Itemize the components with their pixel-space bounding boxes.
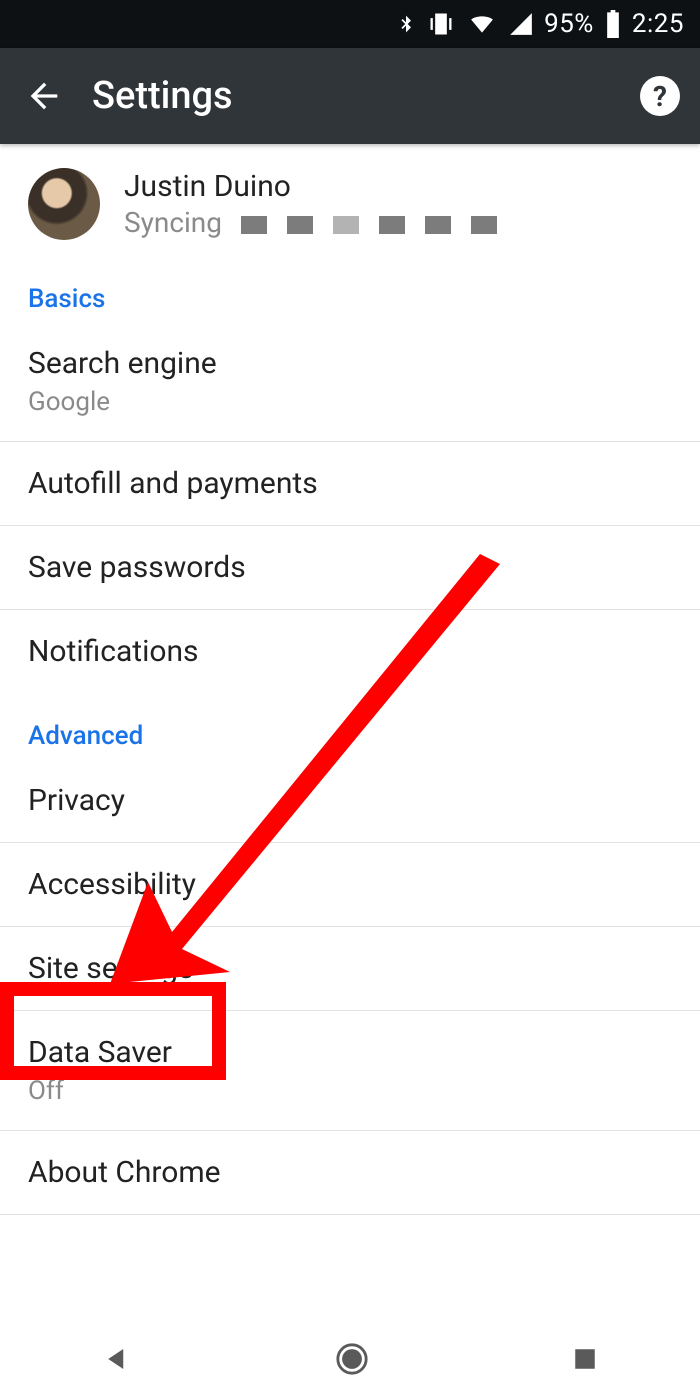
row-title: Data Saver — [28, 1035, 672, 1070]
row-search-engine[interactable]: Search engine Google — [0, 322, 700, 442]
account-row[interactable]: Justin Duino Syncing — [0, 144, 700, 280]
clock: 2:25 — [632, 9, 684, 39]
row-title: Search engine — [28, 346, 672, 381]
row-notifications[interactable]: Notifications — [0, 610, 700, 693]
wifi-icon — [466, 11, 498, 37]
status-bar: 95% 2:25 — [0, 0, 700, 48]
account-status: Syncing — [124, 206, 497, 239]
row-value: Off — [28, 1076, 672, 1106]
nav-home-button[interactable] — [335, 1342, 369, 1380]
row-title: Notifications — [28, 634, 672, 669]
row-save-passwords[interactable]: Save passwords — [0, 526, 700, 610]
battery-percent: 95% — [544, 9, 594, 39]
account-name: Justin Duino — [124, 169, 497, 204]
row-title: Save passwords — [28, 550, 672, 585]
settings-content: Justin Duino Syncing Basics Search engin… — [0, 144, 700, 1215]
nav-recents-button[interactable] — [572, 1346, 598, 1376]
row-value: Google — [28, 387, 672, 417]
help-button[interactable]: ? — [640, 76, 680, 116]
triangle-back-icon — [102, 1344, 132, 1374]
page-title: Settings — [92, 74, 640, 118]
section-basics: Basics — [0, 280, 700, 322]
row-title: Accessibility — [28, 867, 672, 902]
square-recents-icon — [572, 1346, 598, 1372]
nav-back-button[interactable] — [102, 1344, 132, 1378]
section-advanced: Advanced — [0, 693, 700, 759]
help-icon: ? — [653, 80, 667, 113]
row-about-chrome[interactable]: About Chrome — [0, 1131, 700, 1215]
row-site-settings[interactable]: Site settings — [0, 927, 700, 1011]
row-title: About Chrome — [28, 1155, 672, 1190]
row-autofill[interactable]: Autofill and payments — [0, 442, 700, 526]
android-nav-bar — [0, 1322, 700, 1400]
redacted-email — [241, 216, 497, 234]
avatar — [28, 168, 100, 240]
row-accessibility[interactable]: Accessibility — [0, 843, 700, 927]
arrow-back-icon — [24, 76, 64, 116]
vibrate-icon — [426, 10, 456, 38]
row-title: Autofill and payments — [28, 466, 672, 501]
circle-home-icon — [335, 1342, 369, 1376]
app-bar: Settings ? — [0, 48, 700, 144]
battery-icon — [604, 10, 622, 38]
back-button[interactable] — [20, 72, 68, 120]
row-data-saver[interactable]: Data Saver Off — [0, 1011, 700, 1131]
row-title: Site settings — [28, 951, 672, 986]
cellular-icon — [508, 11, 534, 37]
row-title: Privacy — [28, 783, 672, 818]
row-privacy[interactable]: Privacy — [0, 759, 700, 843]
bluetooth-icon — [396, 9, 416, 39]
